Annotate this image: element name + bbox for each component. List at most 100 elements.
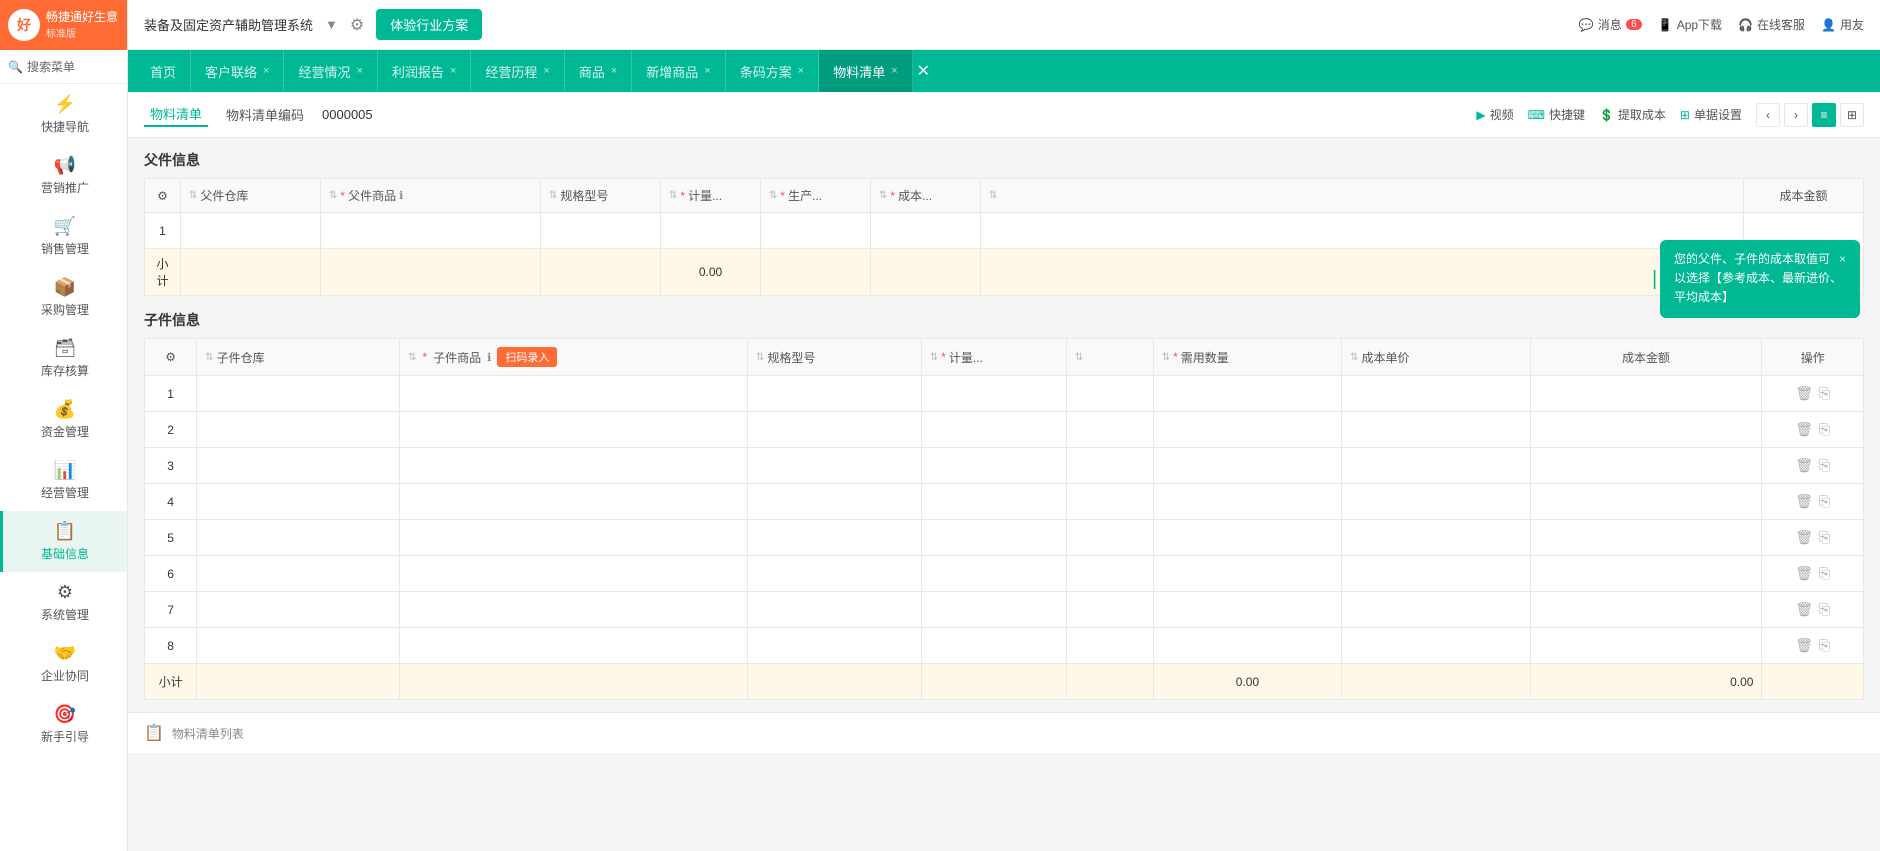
sidebar-item-marketing[interactable]: 📢 营销推广 [0, 145, 127, 206]
app-download-action[interactable]: 📱 App下载 [1658, 16, 1722, 33]
delete-icon[interactable]: 🗑 [1795, 565, 1813, 582]
child-th-warehouse[interactable]: ⇅子件仓库 [197, 339, 400, 376]
tab-customer[interactable]: 客户联络 × [191, 50, 284, 92]
delete-icon[interactable]: 🗑 [1795, 385, 1813, 402]
sub-nav-bom-code[interactable]: 物料清单编码 [220, 103, 310, 126]
delete-icon[interactable]: 🗑 [1795, 529, 1813, 546]
guide-icon: 🎯 [54, 704, 76, 725]
child-row1-product[interactable] [400, 376, 748, 412]
tab-add-product[interactable]: 新增商品 × [632, 50, 725, 92]
sidebar-item-operations[interactable]: 📊 经营管理 [0, 450, 127, 511]
tab-ops-history-close[interactable]: × [543, 65, 549, 77]
grid-view-btn[interactable]: ⊞ [1840, 103, 1864, 127]
tab-bom-close[interactable]: × [891, 65, 897, 77]
child-th-required-qty[interactable]: ⇅* 需用数量 [1153, 339, 1341, 376]
child-table-row: 5 🗑⎘ [145, 520, 1864, 556]
parent-row-cost[interactable] [871, 213, 981, 249]
sidebar-item-finance[interactable]: 💰 资金管理 [0, 389, 127, 450]
child-subtotal-label: 小计 [145, 664, 197, 700]
child-th-qty[interactable]: ⇅* 计量... [921, 339, 1066, 376]
experience-btn[interactable]: 体验行业方案 [376, 9, 482, 40]
tab-barcode-close[interactable]: × [798, 65, 804, 77]
copy-icon[interactable]: ⎘ [1819, 601, 1830, 618]
list-view-btn[interactable]: ≡ [1812, 103, 1836, 127]
view-label: 视频 [1490, 106, 1514, 123]
child-row1-qty[interactable] [921, 376, 1066, 412]
child-row1-spec[interactable] [747, 376, 921, 412]
parent-th-product[interactable]: ⇅* 父件商品 ℹ [321, 179, 541, 213]
copy-icon[interactable]: ⎘ [1819, 457, 1830, 474]
headset-icon: 🎧 [1738, 18, 1753, 32]
sidebar-item-inventory[interactable]: 🗃 库存核算 [0, 328, 127, 389]
delete-icon[interactable]: 🗑 [1795, 601, 1813, 618]
tab-ops-history[interactable]: 经营历程 × [471, 50, 564, 92]
sidebar-item-basic-info[interactable]: 📋 基础信息 [0, 511, 127, 572]
tab-profit-close[interactable]: × [450, 65, 456, 77]
sidebar-item-quick-nav[interactable]: ⚡ 快捷导航 [0, 84, 127, 145]
child-row1-warehouse[interactable] [197, 376, 400, 412]
search-menu[interactable]: 🔍 搜索菜单 [0, 50, 127, 84]
settings-gear-icon[interactable]: ⚙ [350, 15, 364, 35]
tab-profit-report[interactable]: 利润报告 × [378, 50, 471, 92]
tab-bom[interactable]: 物料清单 × [819, 50, 912, 92]
child-row1-required-qty[interactable] [1153, 376, 1341, 412]
parent-row-qty[interactable] [661, 213, 761, 249]
child-th-unit-cost[interactable]: ⇅成本单价 [1342, 339, 1530, 376]
parent-th-spec[interactable]: ⇅规格型号 [541, 179, 661, 213]
sidebar-item-sales[interactable]: 🛒 销售管理 [0, 206, 127, 267]
page-nav: ‹ › ≡ ⊞ [1756, 103, 1864, 127]
next-page-btn[interactable]: › [1784, 103, 1808, 127]
parent-th-cost[interactable]: ⇅* 成本... [871, 179, 981, 213]
copy-icon[interactable]: ⎘ [1819, 385, 1830, 402]
tab-products[interactable]: 商品 × [565, 50, 632, 92]
single-settings-btn[interactable]: ⊞ 单据设置 [1680, 106, 1742, 123]
delete-icon[interactable]: 🗑 [1795, 457, 1813, 474]
extract-cost-btn[interactable]: 💲 提取成本 [1599, 106, 1666, 123]
child-th-settings[interactable]: ⚙ [145, 339, 197, 376]
view-video-btn[interactable]: ▶ 视频 [1476, 106, 1513, 123]
prev-page-btn[interactable]: ‹ [1756, 103, 1780, 127]
parent-th-prod[interactable]: ⇅* 生产... [761, 179, 871, 213]
sidebar-item-purchase[interactable]: 📦 采购管理 [0, 267, 127, 328]
tooltip-close-btn[interactable]: × [1839, 250, 1846, 269]
parent-row-spec[interactable] [541, 213, 661, 249]
sort-icon: ⇅ [408, 352, 416, 363]
parent-row-prod[interactable] [761, 213, 871, 249]
sidebar-item-enterprise[interactable]: 🤝 企业协同 [0, 633, 127, 694]
close-all-tabs-icon[interactable]: ✕ [917, 61, 930, 81]
delete-icon[interactable]: 🗑 [1795, 637, 1813, 654]
sub-nav-bom-list[interactable]: 物料清单 [144, 102, 208, 127]
sidebar-item-system[interactable]: ⚙ 系统管理 [0, 572, 127, 633]
copy-icon[interactable]: ⎘ [1819, 493, 1830, 510]
tab-products-close[interactable]: × [611, 65, 617, 77]
copy-icon[interactable]: ⎘ [1819, 637, 1830, 654]
sidebar-item-guide[interactable]: 🎯 新手引导 [0, 694, 127, 755]
parent-th-warehouse[interactable]: ⇅父件仓库 [181, 179, 321, 213]
delete-icon[interactable]: 🗑 [1795, 493, 1813, 510]
tab-ops-status-close[interactable]: × [356, 65, 362, 77]
copy-icon[interactable]: ⎘ [1819, 565, 1830, 582]
dropdown-arrow-icon[interactable]: ▼ [325, 17, 338, 32]
tab-home[interactable]: 首页 [136, 50, 191, 92]
delete-icon[interactable]: 🗑 [1795, 421, 1813, 438]
child-th-spec[interactable]: ⇅规格型号 [747, 339, 921, 376]
tab-customer-close[interactable]: × [263, 65, 269, 77]
parent-th-qty[interactable]: ⇅* 计量... [661, 179, 761, 213]
parent-row-warehouse[interactable] [181, 213, 321, 249]
parent-row-product[interactable] [321, 213, 541, 249]
tab-add-product-close[interactable]: × [704, 65, 710, 77]
copy-icon[interactable]: ⎘ [1819, 421, 1830, 438]
online-service-action[interactable]: 🎧 在线客服 [1738, 16, 1805, 33]
shortcut-btn[interactable]: ⌨ 快捷键 [1528, 106, 1585, 123]
message-action[interactable]: 💬 消息 6 [1579, 16, 1642, 33]
basic-info-icon: 📋 [54, 521, 76, 542]
scan-btn[interactable]: 扫码录入 [497, 347, 557, 367]
copy-icon[interactable]: ⎘ [1819, 529, 1830, 546]
tab-barcode[interactable]: 条码方案 × [726, 50, 819, 92]
child-th-product[interactable]: ⇅ * 子件商品 ℹ 扫码录入 [400, 339, 748, 376]
parent-th-settings[interactable]: ⚙ [145, 179, 181, 213]
tab-operations-status[interactable]: 经营情况 × [284, 50, 377, 92]
sidebar-item-label: 经营管理 [41, 484, 89, 501]
child-row1-unit-cost[interactable] [1342, 376, 1530, 412]
user-action[interactable]: 👤 用友 [1821, 16, 1864, 33]
